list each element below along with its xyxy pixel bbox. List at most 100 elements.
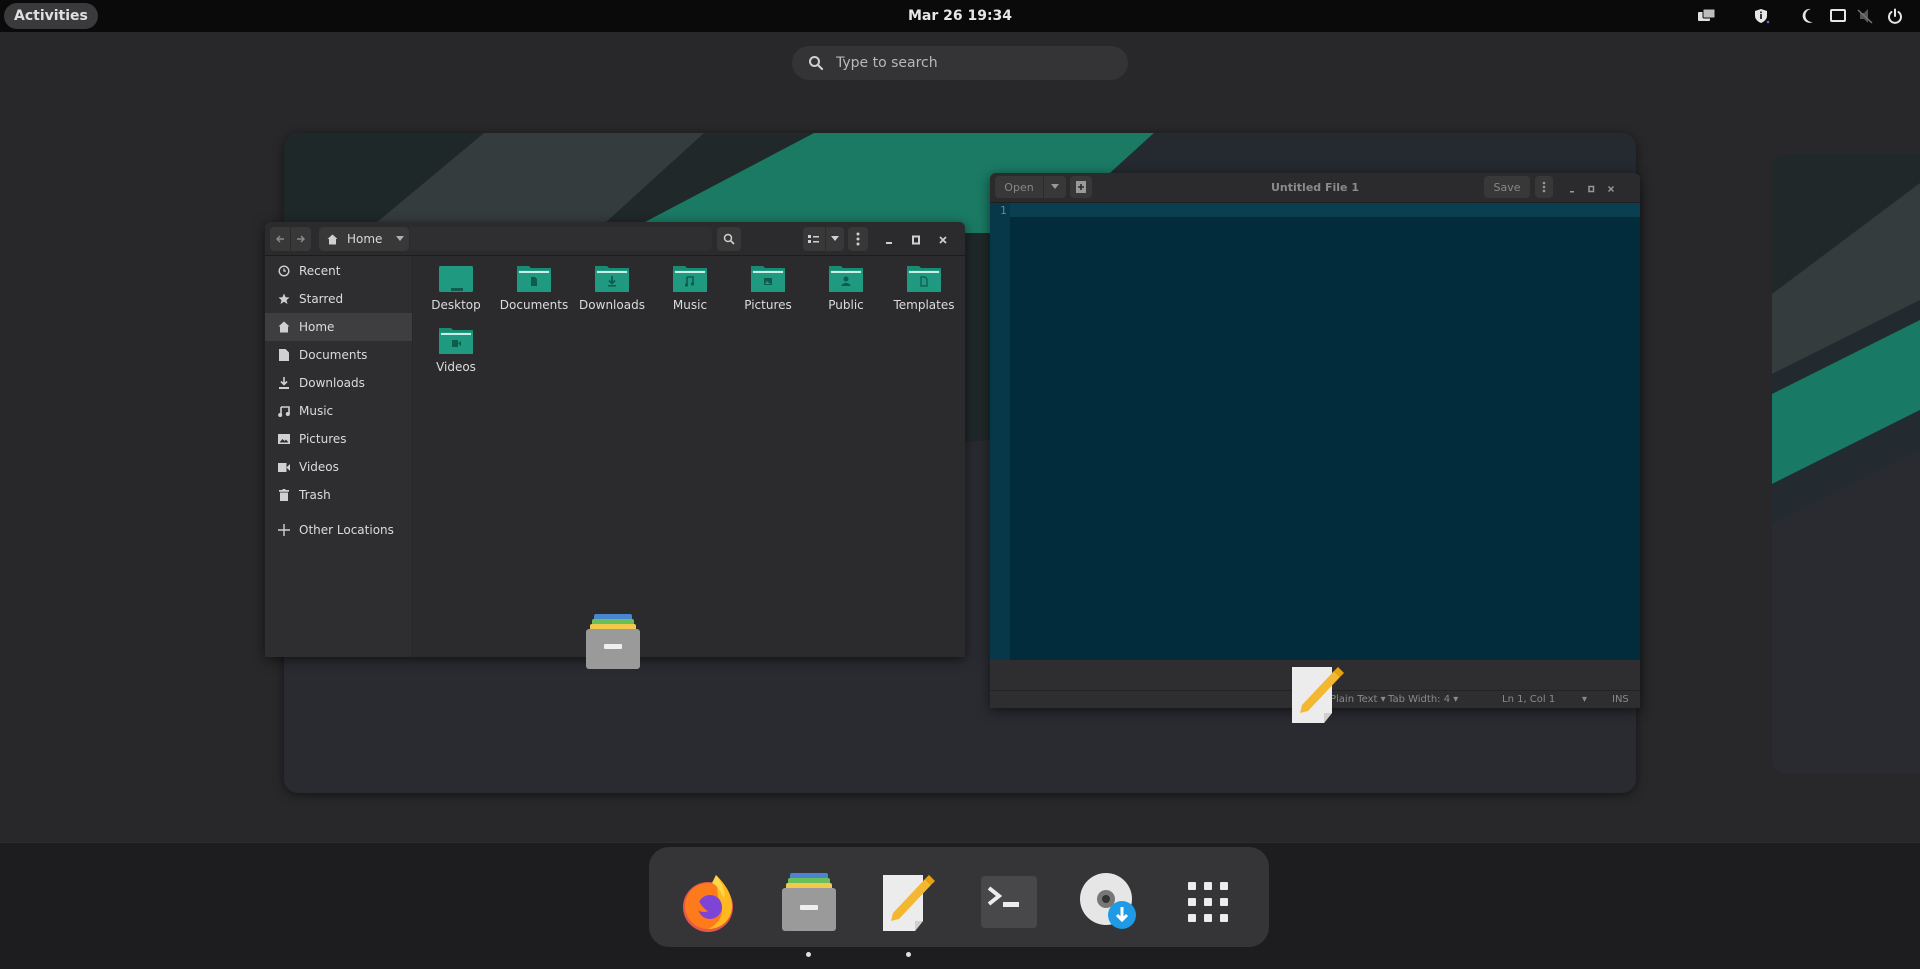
sidebar-item-videos[interactable]: Videos [265, 453, 412, 481]
maximize-button[interactable] [1584, 181, 1598, 195]
shield-icon[interactable] [1752, 7, 1772, 25]
path-home-button[interactable]: Home [319, 227, 409, 251]
folder-label: Documents [499, 298, 569, 312]
music-folder-icon [673, 266, 707, 292]
sidebar-item-label: Recent [299, 264, 341, 278]
folder-templates[interactable]: Templates [885, 264, 963, 322]
folder-label: Music [672, 298, 708, 312]
files-window[interactable]: Home Recent Starred Home Documents Downl… [265, 222, 965, 657]
sidebar-item-home[interactable]: Home [265, 313, 412, 341]
current-line-highlight [990, 203, 1640, 217]
dock-app-files[interactable] [777, 870, 841, 934]
night-light-icon[interactable] [1798, 7, 1818, 25]
path-bar-filler [410, 227, 712, 251]
power-icon[interactable] [1885, 7, 1905, 25]
editor-headerbar: Open Untitled File 1 Save [990, 173, 1640, 203]
download-icon [277, 376, 291, 390]
picture-icon [277, 432, 291, 446]
minimize-button[interactable] [1565, 181, 1579, 195]
folder-pictures[interactable]: Pictures [729, 264, 807, 322]
sidebar-item-downloads[interactable]: Downloads [265, 369, 412, 397]
files-window-app-icon[interactable] [584, 612, 642, 676]
dock-app-text-editor[interactable] [877, 870, 941, 934]
menu-button[interactable] [1535, 176, 1553, 198]
menu-button[interactable] [848, 227, 868, 251]
search-icon [723, 233, 735, 245]
folder-label: Desktop [431, 298, 481, 312]
folder-public[interactable]: Public [807, 264, 885, 322]
sidebar-item-starred[interactable]: Starred [265, 285, 412, 313]
videos-folder-icon [439, 328, 473, 354]
sidebar-item-label: Downloads [299, 376, 365, 390]
cursor-position[interactable]: Ln 1, Col 1 [1502, 694, 1555, 705]
line-number-gutter [990, 203, 1010, 660]
close-icon [939, 236, 947, 244]
maximize-button[interactable] [909, 232, 923, 246]
search-icon [809, 56, 824, 71]
sidebar-item-pictures[interactable]: Pictures [265, 425, 412, 453]
maximize-icon [912, 235, 920, 245]
minimize-button[interactable] [882, 232, 896, 246]
folder-videos[interactable]: Videos [417, 326, 495, 384]
line-number: 1 [1000, 204, 1007, 217]
music-icon [277, 404, 291, 418]
plus-icon [277, 523, 291, 537]
close-button[interactable] [936, 232, 950, 246]
minimize-icon [886, 242, 892, 244]
file-cabinet-icon [586, 614, 640, 669]
dock-show-applications[interactable] [1176, 870, 1240, 934]
search-input[interactable] [836, 55, 1096, 71]
mic-muted-icon[interactable] [1855, 7, 1875, 25]
close-icon [1608, 186, 1614, 192]
search-button[interactable] [717, 227, 741, 251]
text-editor-window[interactable]: Open Untitled File 1 Save 1 Plain Text ▾… [990, 173, 1640, 708]
back-button[interactable] [270, 227, 290, 251]
activities-button[interactable]: Activities [4, 3, 98, 29]
dock-app-software-install[interactable] [1077, 870, 1141, 934]
running-indicator [806, 952, 811, 957]
clock-icon [277, 264, 291, 278]
folder-desktop[interactable]: Desktop [417, 264, 495, 322]
dock-app-terminal[interactable] [977, 870, 1041, 934]
tab-width-label: Tab Width: 4 [1388, 694, 1451, 705]
tab-width-selector[interactable]: Tab Width: 4 ▾ [1388, 694, 1458, 705]
folder-downloads[interactable]: Downloads [573, 264, 651, 322]
sidebar-item-recent[interactable]: Recent [265, 257, 412, 285]
maximize-icon [1588, 185, 1595, 193]
insert-mode[interactable]: INS [1612, 694, 1629, 705]
chevron-down-icon [396, 236, 405, 241]
dock-app-firefox[interactable] [676, 870, 740, 934]
terminal-icon [981, 876, 1037, 928]
folder-documents[interactable]: Documents [495, 264, 573, 322]
display-icon[interactable] [1697, 7, 1717, 25]
sidebar-item-label: Documents [299, 348, 368, 362]
close-button[interactable] [1604, 181, 1618, 195]
folder-label: Pictures [744, 298, 792, 312]
view-list-button[interactable] [803, 227, 825, 251]
folder-label: Downloads [579, 298, 645, 312]
text-editor-icon [1292, 667, 1344, 723]
app-grid-icon [1188, 882, 1228, 922]
search-box[interactable] [792, 46, 1128, 80]
clock[interactable]: Mar 26 19:34 [908, 8, 1012, 24]
workspace-thumbnail-next[interactable] [1772, 154, 1920, 774]
sidebar-item-other-locations[interactable]: Other Locations [265, 516, 412, 544]
documents-folder-icon [517, 266, 551, 292]
forward-button[interactable] [291, 227, 311, 251]
sidebar-item-label: Starred [299, 292, 344, 306]
sidebar-item-documents[interactable]: Documents [265, 341, 412, 369]
downloads-folder-icon [595, 266, 629, 292]
editor-text-area[interactable]: 1 [990, 203, 1640, 660]
view-options-button[interactable] [826, 227, 844, 251]
software-install-icon [1080, 873, 1136, 929]
folder-label: Videos [436, 360, 476, 374]
kebab-menu-icon [1542, 181, 1546, 193]
text-editor-window-app-icon[interactable] [1290, 665, 1348, 729]
position-dropdown-icon[interactable]: ▾ [1582, 694, 1587, 705]
minimize-icon [1570, 191, 1574, 193]
sidebar-item-music[interactable]: Music [265, 397, 412, 425]
folder-music[interactable]: Music [651, 264, 729, 322]
screen-icon[interactable] [1828, 7, 1848, 25]
save-button[interactable]: Save [1484, 176, 1530, 198]
sidebar-item-trash[interactable]: Trash [265, 481, 412, 509]
